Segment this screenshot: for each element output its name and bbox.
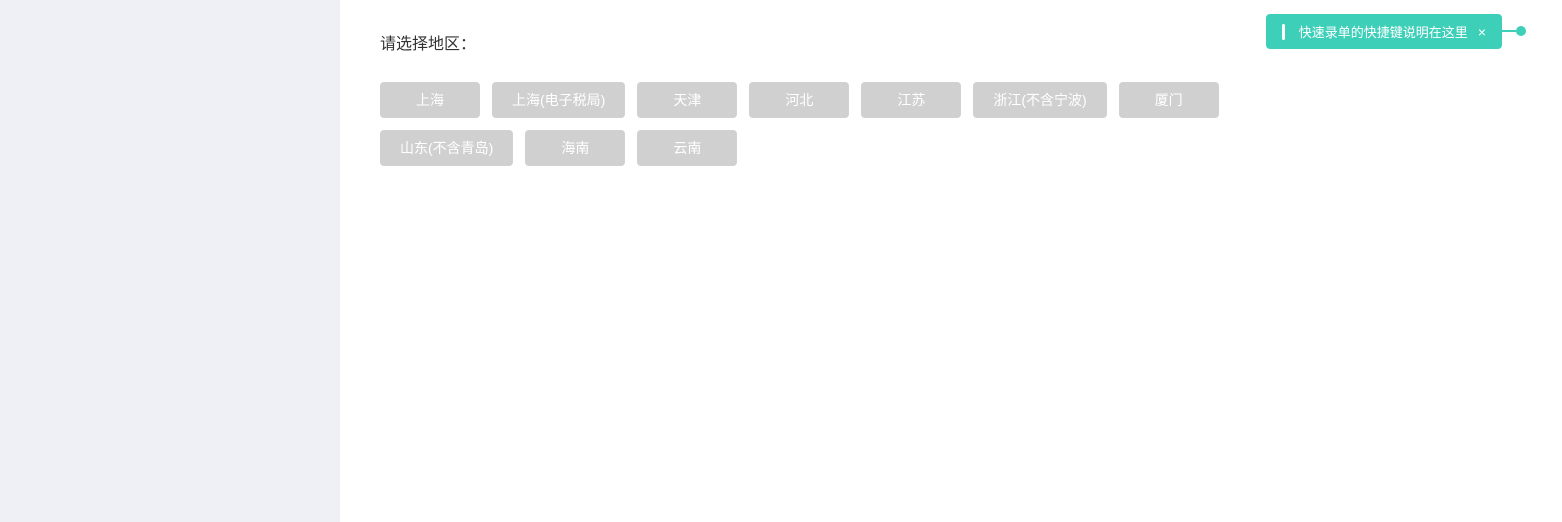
region-btn-xiamen[interactable]: 厦门: [1119, 82, 1219, 118]
region-btn-zhejiang[interactable]: 浙江(不含宁波): [973, 82, 1106, 118]
tooltip-banner: 快速录单的快捷键说明在这里 ×: [1266, 14, 1502, 49]
sidebar: [0, 0, 340, 522]
region-btn-jiangsu[interactable]: 江苏: [861, 82, 961, 118]
region-btn-shanghai[interactable]: 上海: [380, 82, 480, 118]
region-buttons: 上海 上海(电子税局) 天津 河北 江苏 浙江(不含宁波) 厦门 山东(不含青岛…: [380, 82, 1522, 166]
main-content: 请选择地区： 上海 上海(电子税局) 天津 河北 江苏 浙江(不含宁波) 厦门 …: [340, 0, 1562, 522]
region-btn-hebei[interactable]: 河北: [749, 82, 849, 118]
tooltip-close-button[interactable]: ×: [1478, 25, 1486, 39]
region-btn-yunnan[interactable]: 云南: [637, 130, 737, 166]
tooltip-dot: [1516, 26, 1526, 36]
region-btn-shandong[interactable]: 山东(不含青岛): [380, 130, 513, 166]
tooltip-text: 快速录单的快捷键说明在这里: [1299, 22, 1468, 41]
tooltip-line: [1502, 30, 1516, 32]
region-btn-tianjin[interactable]: 天津: [637, 82, 737, 118]
region-btn-hainan[interactable]: 海南: [525, 130, 625, 166]
region-btn-shanghai-etax[interactable]: 上海(电子税局): [492, 82, 625, 118]
